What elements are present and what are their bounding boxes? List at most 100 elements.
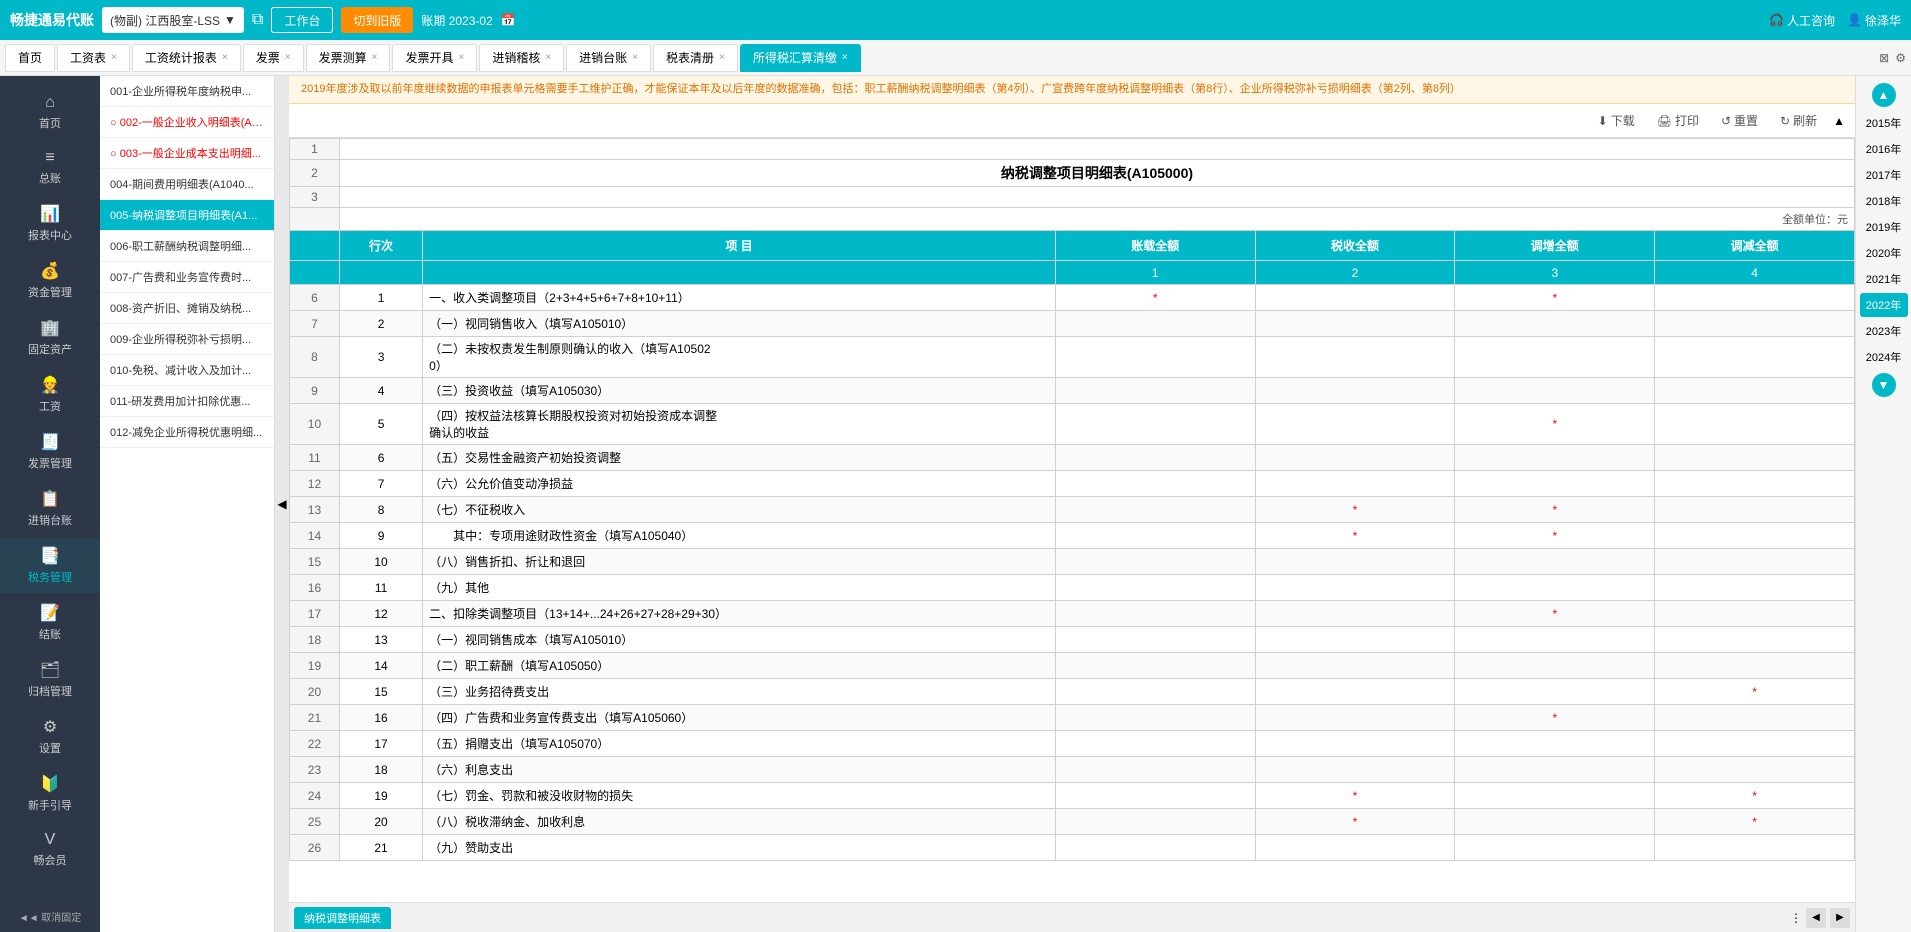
close-icon[interactable]: × xyxy=(842,52,848,63)
sidebar-item-settings[interactable]: ⚙ 设置 xyxy=(0,709,100,764)
scroll-right-icon[interactable]: ▶ xyxy=(1830,908,1850,928)
left-panel-item-003[interactable]: ○ 003-一般企业成本支出明细... xyxy=(100,138,274,169)
tab-home[interactable]: 首页 xyxy=(5,44,55,72)
table-row: 20 15 （三）业务招待费支出 * xyxy=(290,679,1855,705)
tab-in-out-check[interactable]: 进销稽核 × xyxy=(479,44,564,72)
payroll-icon: 👷 xyxy=(40,375,60,395)
table-row: 17 12 二、扣除类调整项目（13+14+...24+26+27+28+29+… xyxy=(290,601,1855,627)
close-icon[interactable]: × xyxy=(545,52,551,63)
left-panel-item-012[interactable]: 012-减免企业所得税优惠明细... xyxy=(100,417,274,448)
tab-payroll[interactable]: 工资表 × xyxy=(57,44,130,72)
sidebar-item-member[interactable]: V 畅会员 xyxy=(0,823,100,876)
year-nav-down[interactable]: ▼ xyxy=(1872,373,1896,397)
sidebar-item-payroll[interactable]: 👷 工资 xyxy=(0,367,100,422)
download-button[interactable]: ⬇ 下载 xyxy=(1592,109,1641,132)
table-row: 13 8 （七）不征税收入 * * xyxy=(290,497,1855,523)
invoice-icon: 🧾 xyxy=(40,432,60,452)
panel-collapse-handle[interactable]: ◀ xyxy=(275,76,289,932)
sidebar-item-closing[interactable]: 📝 结账 xyxy=(0,595,100,650)
left-panel-item-009[interactable]: 009-企业所得税弥补亏损明... xyxy=(100,324,274,355)
table-row: 25 20 （八）税收滞纳金、加收利息 * * xyxy=(290,809,1855,835)
ledger-icon: ≡ xyxy=(45,149,54,167)
unpin-button[interactable]: ◄◄ 取消固定 xyxy=(0,901,100,932)
report-icon: 📊 xyxy=(40,204,60,224)
settings-icon: ⚙ xyxy=(1895,51,1906,65)
table-row: 9 4 （三）投资收益（填写A105030） xyxy=(290,378,1855,404)
print-button[interactable]: 🖨 打印 xyxy=(1651,109,1705,132)
sidebar-item-fund[interactable]: 💰 资金管理 xyxy=(0,253,100,308)
left-panel-item-007[interactable]: 007-广告费和业务宣传费时... xyxy=(100,262,274,293)
close-icon[interactable]: × xyxy=(719,52,725,63)
sidebar-item-inout-ledger[interactable]: 📋 进销台账 xyxy=(0,481,100,536)
left-panel-item-004[interactable]: 004-期间费用明细表(A1040... xyxy=(100,169,274,200)
reset-icon: ↺ xyxy=(1721,114,1731,128)
sidebar-item-guide[interactable]: 🔰 新手引导 xyxy=(0,766,100,821)
year-2015[interactable]: 2015年 xyxy=(1860,111,1908,135)
close-all-button[interactable]: ⊠ ⚙ xyxy=(1879,51,1906,65)
workbench-button[interactable]: 工作台 xyxy=(271,7,333,33)
reset-button[interactable]: ↺ 重置 xyxy=(1715,109,1764,132)
year-2018[interactable]: 2018年 xyxy=(1860,189,1908,213)
tab-tax-table[interactable]: 税表清册 × xyxy=(653,44,738,72)
sidebar-item-fixed-assets[interactable]: 🏢 固定资产 xyxy=(0,310,100,365)
bottom-tabs: 纳税调整明细表 ⋮ ◀ ▶ xyxy=(289,902,1855,932)
copy-button[interactable]: ⧉ xyxy=(252,11,263,29)
sidebar-item-invoice-mgmt[interactable]: 🧾 发票管理 xyxy=(0,424,100,479)
year-2024[interactable]: 2024年 xyxy=(1860,345,1908,369)
bottom-tab-active[interactable]: 纳税调整明细表 xyxy=(294,907,391,929)
year-2021[interactable]: 2021年 xyxy=(1860,267,1908,291)
left-panel-item-002[interactable]: ○ 002-一般企业收入明细表(A1... xyxy=(100,107,274,138)
left-panel-item-001[interactable]: 001-企业所得税年度纳税申... xyxy=(100,76,274,107)
year-2019[interactable]: 2019年 xyxy=(1860,215,1908,239)
context-menu-icon: ⋮ xyxy=(1790,911,1802,925)
left-panel-item-006[interactable]: 006-职工薪酬纳税调整明细... xyxy=(100,231,274,262)
close-icon[interactable]: × xyxy=(222,52,228,63)
sidebar-item-general-ledger[interactable]: ≡ 总账 xyxy=(0,141,100,194)
tab-income-tax[interactable]: 所得税汇算清缴 × xyxy=(740,44,861,72)
tab-invoice[interactable]: 发票 × xyxy=(243,44,304,72)
sidebar-item-report[interactable]: 📊 报表中心 xyxy=(0,196,100,251)
consult-button[interactable]: 🎧 人工咨询 xyxy=(1769,12,1835,29)
company-selector[interactable]: (物副) 江西股室-LSS ▼ xyxy=(102,7,244,33)
close-icon[interactable]: × xyxy=(632,52,638,63)
scroll-up-icon[interactable]: ▲ xyxy=(1833,114,1845,128)
fund-icon: 💰 xyxy=(40,261,60,281)
sidebar-item-tax-mgmt[interactable]: 📑 税务管理 xyxy=(0,538,100,593)
table-row-title: 2 纳税调整项目明细表(A105000) xyxy=(290,160,1855,187)
table-row: 8 3 （二）未按权责发生制原则确认的收入（填写A105020） xyxy=(290,337,1855,378)
year-nav-up[interactable]: ▲ xyxy=(1872,83,1896,107)
close-icon[interactable]: × xyxy=(458,52,464,63)
year-2016[interactable]: 2016年 xyxy=(1860,137,1908,161)
sidebar-item-archive[interactable]: 🗂 归档管理 xyxy=(0,652,100,707)
close-icon[interactable]: × xyxy=(372,52,378,63)
close-icon[interactable]: × xyxy=(285,52,291,63)
tab-in-out-ledger[interactable]: 进销台账 × xyxy=(566,44,651,72)
home-icon: ⌂ xyxy=(45,94,55,112)
close-icon[interactable]: × xyxy=(111,52,117,63)
table-container[interactable]: 1 2 纳税调整项目明细表(A105000) 3 xyxy=(289,138,1855,902)
year-2023[interactable]: 2023年 xyxy=(1860,319,1908,343)
sidebar-item-home[interactable]: ⌂ 首页 xyxy=(0,86,100,139)
switch-button[interactable]: 切到旧版 xyxy=(341,7,413,33)
scroll-left-icon[interactable]: ◀ xyxy=(1806,908,1826,928)
tab-invoice-calc[interactable]: 发票测算 × xyxy=(306,44,391,72)
left-panel-item-011[interactable]: 011-研发费用加计扣除优惠... xyxy=(100,386,274,417)
left-panel: 001-企业所得税年度纳税申... ○ 002-一般企业收入明细表(A1... … xyxy=(100,76,275,932)
left-panel-item-008[interactable]: 008-资产折旧、摊销及纳税... xyxy=(100,293,274,324)
user-menu[interactable]: 👤 徐泽华 xyxy=(1847,12,1901,29)
year-2020[interactable]: 2020年 xyxy=(1860,241,1908,265)
table-row-unit: 全额单位：元 xyxy=(290,208,1855,231)
left-panel-item-010[interactable]: 010-免税、减计收入及加计... xyxy=(100,355,274,386)
table-row: 6 1 一、收入类调整项目（2+3+4+5+6+7+8+10+11） * * xyxy=(290,285,1855,311)
chevron-down-icon: ▼ xyxy=(224,13,236,27)
table-row: 15 10 （八）销售折扣、折让和退回 xyxy=(290,549,1855,575)
refresh-button[interactable]: ↻ 刷新 xyxy=(1774,109,1823,132)
tab-invoice-issue[interactable]: 发票开具 × xyxy=(392,44,477,72)
table-row: 11 6 （五）交易性金融资产初始投资调整 xyxy=(290,445,1855,471)
year-2017[interactable]: 2017年 xyxy=(1860,163,1908,187)
table-row: 21 16 （四）广告费和业务宣传费支出（填写A105060） * xyxy=(290,705,1855,731)
user-icon: 👤 xyxy=(1847,13,1862,27)
left-panel-item-005[interactable]: 005-纳税调整项目明细表(A1... xyxy=(100,200,274,231)
tab-payroll-stats[interactable]: 工资统计报表 × xyxy=(132,44,241,72)
year-2022[interactable]: 2022年 xyxy=(1860,293,1908,317)
